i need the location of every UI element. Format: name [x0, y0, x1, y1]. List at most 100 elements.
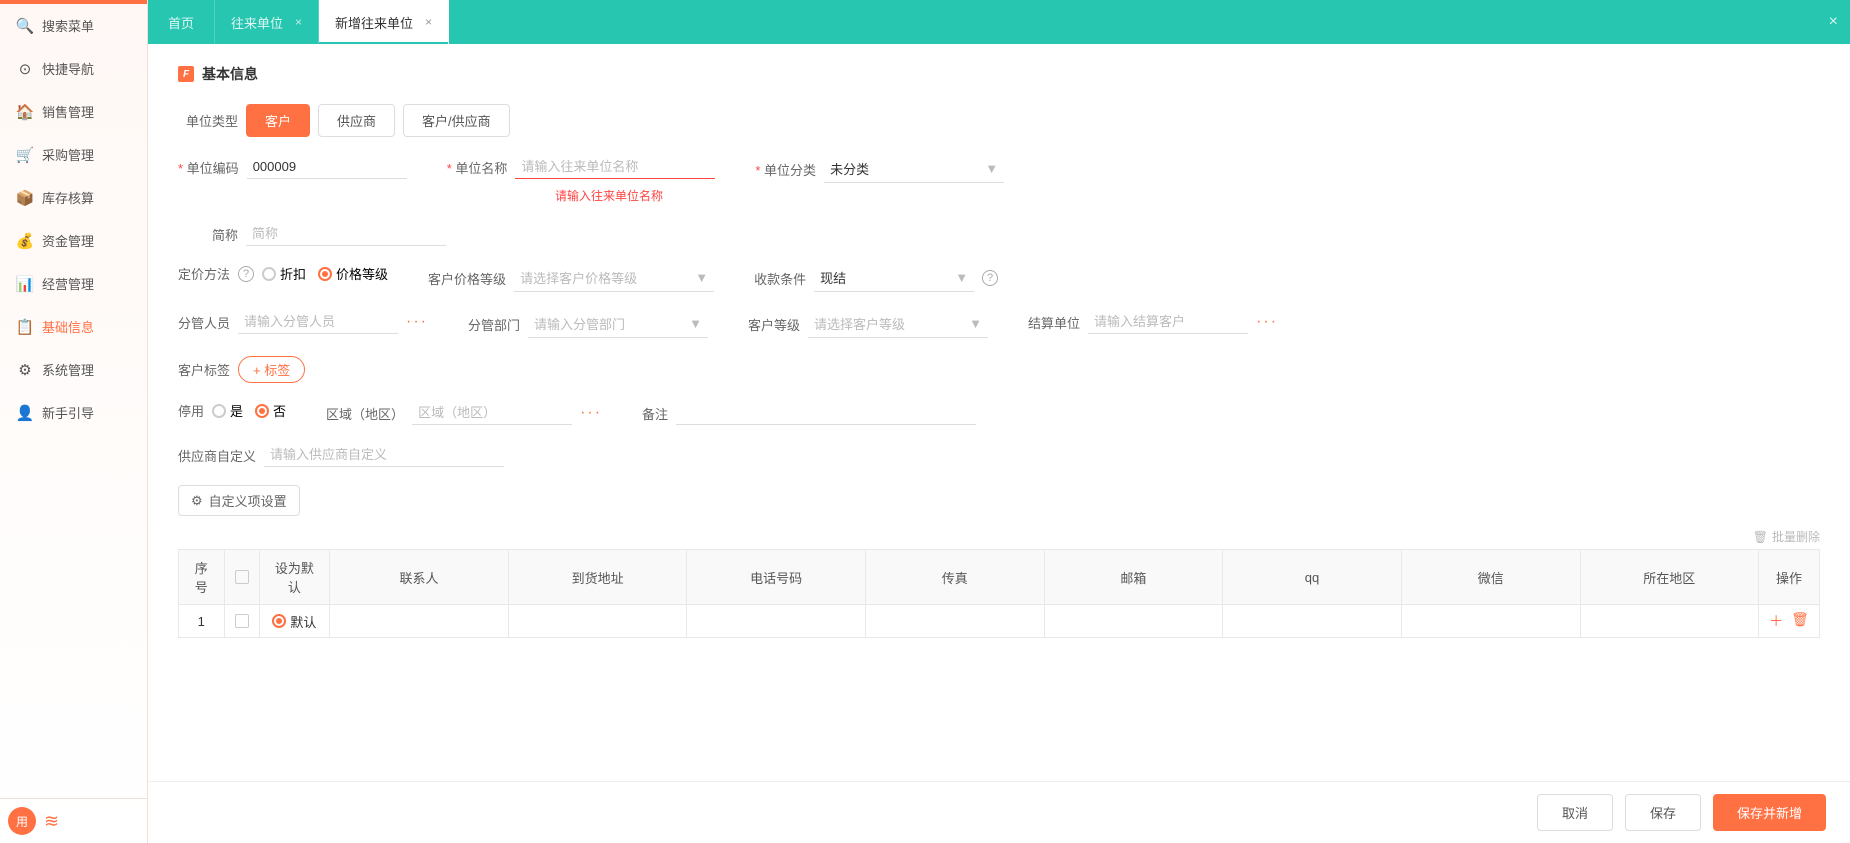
row-email-input[interactable]: [1055, 614, 1213, 629]
sidebar-item-quick-nav[interactable]: ⊙ 快捷导航: [0, 47, 147, 90]
custom-settings-label: 自定义项设置: [209, 491, 287, 510]
remark-input[interactable]: [676, 401, 976, 425]
sidebar-item-sales[interactable]: 🏠 销售管理: [0, 90, 147, 133]
unit-type-both[interactable]: 客户/供应商: [403, 104, 510, 137]
manager-input[interactable]: [238, 310, 398, 334]
row-delete-btn[interactable]: 🗑: [1791, 611, 1809, 631]
row-checkbox[interactable]: [235, 614, 249, 628]
col-checkbox: [224, 550, 259, 605]
row-qq[interactable]: [1223, 605, 1402, 638]
settlement-unit-input[interactable]: [1088, 310, 1248, 334]
tab-new-counterparty-close[interactable]: ×: [425, 15, 432, 29]
sidebar-item-inventory[interactable]: 📦 库存核算: [0, 176, 147, 219]
department-placeholder: 请输入分管部门: [534, 314, 625, 333]
sidebar-item-finance[interactable]: 💰 资金管理: [0, 219, 147, 262]
pricing-method-info-icon[interactable]: ?: [238, 266, 254, 282]
save-new-button[interactable]: 保存并新增: [1713, 794, 1826, 831]
row-email[interactable]: [1044, 605, 1223, 638]
tab-bar-close-all[interactable]: ×: [1829, 13, 1838, 31]
main-content: 首页 往来单位 × 新增往来单位 × × F 基本信息 单位类型 客户 供应商 …: [148, 0, 1850, 843]
unit-name-input[interactable]: [515, 155, 715, 179]
disabled-no-option[interactable]: 否: [255, 401, 286, 420]
department-label: 分管部门: [468, 315, 520, 334]
row-default-radio[interactable]: 默认: [270, 612, 320, 631]
tab-counterparty-label: 往来单位: [231, 13, 283, 32]
customer-price-level-select[interactable]: 请选择客户价格等级 ▼: [514, 264, 714, 292]
settlement-unit-more-btn[interactable]: ···: [1256, 313, 1278, 331]
save-button[interactable]: 保存: [1625, 794, 1701, 831]
customer-level-select[interactable]: 请选择客户等级 ▼: [808, 310, 988, 338]
payment-terms-info-icon[interactable]: ?: [982, 270, 998, 286]
payment-terms-field: 收款条件 现结 ▼ ?: [754, 264, 998, 292]
unit-category-select[interactable]: 未分类 ▼: [824, 155, 1004, 183]
sidebar-item-search[interactable]: 🔍 搜索菜单: [0, 4, 147, 47]
row-fax[interactable]: [865, 605, 1044, 638]
payment-terms-select[interactable]: 现结 ▼: [814, 264, 974, 292]
row-wechat-input[interactable]: [1412, 614, 1570, 629]
department-chevron: ▼: [689, 316, 702, 331]
row-region[interactable]: [1580, 605, 1759, 638]
row-qq-input[interactable]: [1233, 614, 1391, 629]
pricing-level-label: 价格等级: [336, 264, 388, 283]
custom-settings-icon: ⚙: [191, 493, 203, 509]
area-input[interactable]: [412, 401, 572, 425]
sidebar-item-newbie[interactable]: 👤 新手引导: [0, 391, 147, 434]
disabled-yes-radio: [212, 404, 226, 418]
cancel-button[interactable]: 取消: [1537, 794, 1613, 831]
sidebar-item-system[interactable]: ⚙ 系统管理: [0, 348, 147, 391]
custom-settings-btn[interactable]: ⚙ 自定义项设置: [178, 485, 300, 516]
row-add-btn[interactable]: ＋: [1769, 611, 1783, 631]
row-contact-input[interactable]: [340, 614, 498, 629]
tab-counterparty-close[interactable]: ×: [295, 15, 302, 29]
row-region-input[interactable]: [1591, 614, 1749, 629]
section-title-icon: F: [178, 66, 194, 82]
disabled-radios: 是 否: [212, 401, 286, 420]
area-more-btn[interactable]: ···: [580, 404, 602, 422]
table-select-all[interactable]: [235, 570, 249, 584]
add-tag-btn[interactable]: + 标签: [238, 356, 305, 383]
tab-counterparty[interactable]: 往来单位 ×: [215, 0, 319, 44]
disabled-field: 停用 是 否: [178, 401, 286, 420]
basic-info-icon: 📋: [16, 318, 34, 336]
remark-field: 备注: [642, 401, 976, 425]
unit-type-customer[interactable]: 客户: [246, 104, 310, 137]
tab-new-counterparty-label: 新增往来单位: [335, 13, 413, 32]
pricing-discount-option[interactable]: 折扣: [262, 264, 306, 283]
operations-icon: 📊: [16, 275, 34, 293]
customer-price-level-placeholder: 请选择客户价格等级: [520, 268, 637, 287]
row-fax-input[interactable]: [876, 614, 1034, 629]
row-phone[interactable]: [687, 605, 866, 638]
pricing-level-option[interactable]: 价格等级: [318, 264, 388, 283]
shortname-row: 简称: [178, 222, 1820, 246]
sidebar-item-basic-info[interactable]: 📋 基础信息: [0, 305, 147, 348]
row-wechat[interactable]: [1401, 605, 1580, 638]
unit-code-label: 单位编码: [178, 158, 239, 177]
disabled-no-radio: [255, 404, 269, 418]
department-select[interactable]: 请输入分管部门 ▼: [528, 310, 708, 338]
row-delivery-input[interactable]: [519, 614, 677, 629]
row-default-radio-circle: [272, 614, 286, 628]
batch-delete-btn[interactable]: 🗑 批量删除: [1753, 528, 1820, 545]
sidebar-item-purchase[interactable]: 🛒 采购管理: [0, 133, 147, 176]
tab-home[interactable]: 首页: [148, 0, 215, 44]
unit-type-supplier[interactable]: 供应商: [318, 104, 395, 137]
unit-type-label: 单位类型: [178, 111, 238, 130]
row-contact[interactable]: [330, 605, 509, 638]
unit-code-input[interactable]: [247, 155, 407, 179]
unit-name-field: 单位名称 请输入往来单位名称: [447, 155, 716, 204]
disabled-yes-option[interactable]: 是: [212, 401, 243, 420]
payment-terms-chevron: ▼: [955, 270, 968, 285]
supplier-custom-input[interactable]: [264, 443, 504, 467]
sales-icon: 🏠: [16, 103, 34, 121]
manager-label: 分管人员: [178, 313, 230, 332]
manager-more-btn[interactable]: ···: [406, 313, 428, 331]
sidebar-item-operations[interactable]: 📊 经营管理: [0, 262, 147, 305]
sidebar-item-label: 销售管理: [42, 102, 94, 121]
row-delivery[interactable]: [508, 605, 687, 638]
short-name-label: 简称: [178, 225, 238, 244]
short-name-input[interactable]: [246, 222, 446, 246]
tab-new-counterparty[interactable]: 新增往来单位 ×: [319, 0, 449, 44]
row-phone-input[interactable]: [697, 614, 855, 629]
row-action-btns: ＋ 🗑: [1769, 611, 1809, 631]
col-region: 所在地区: [1580, 550, 1759, 605]
